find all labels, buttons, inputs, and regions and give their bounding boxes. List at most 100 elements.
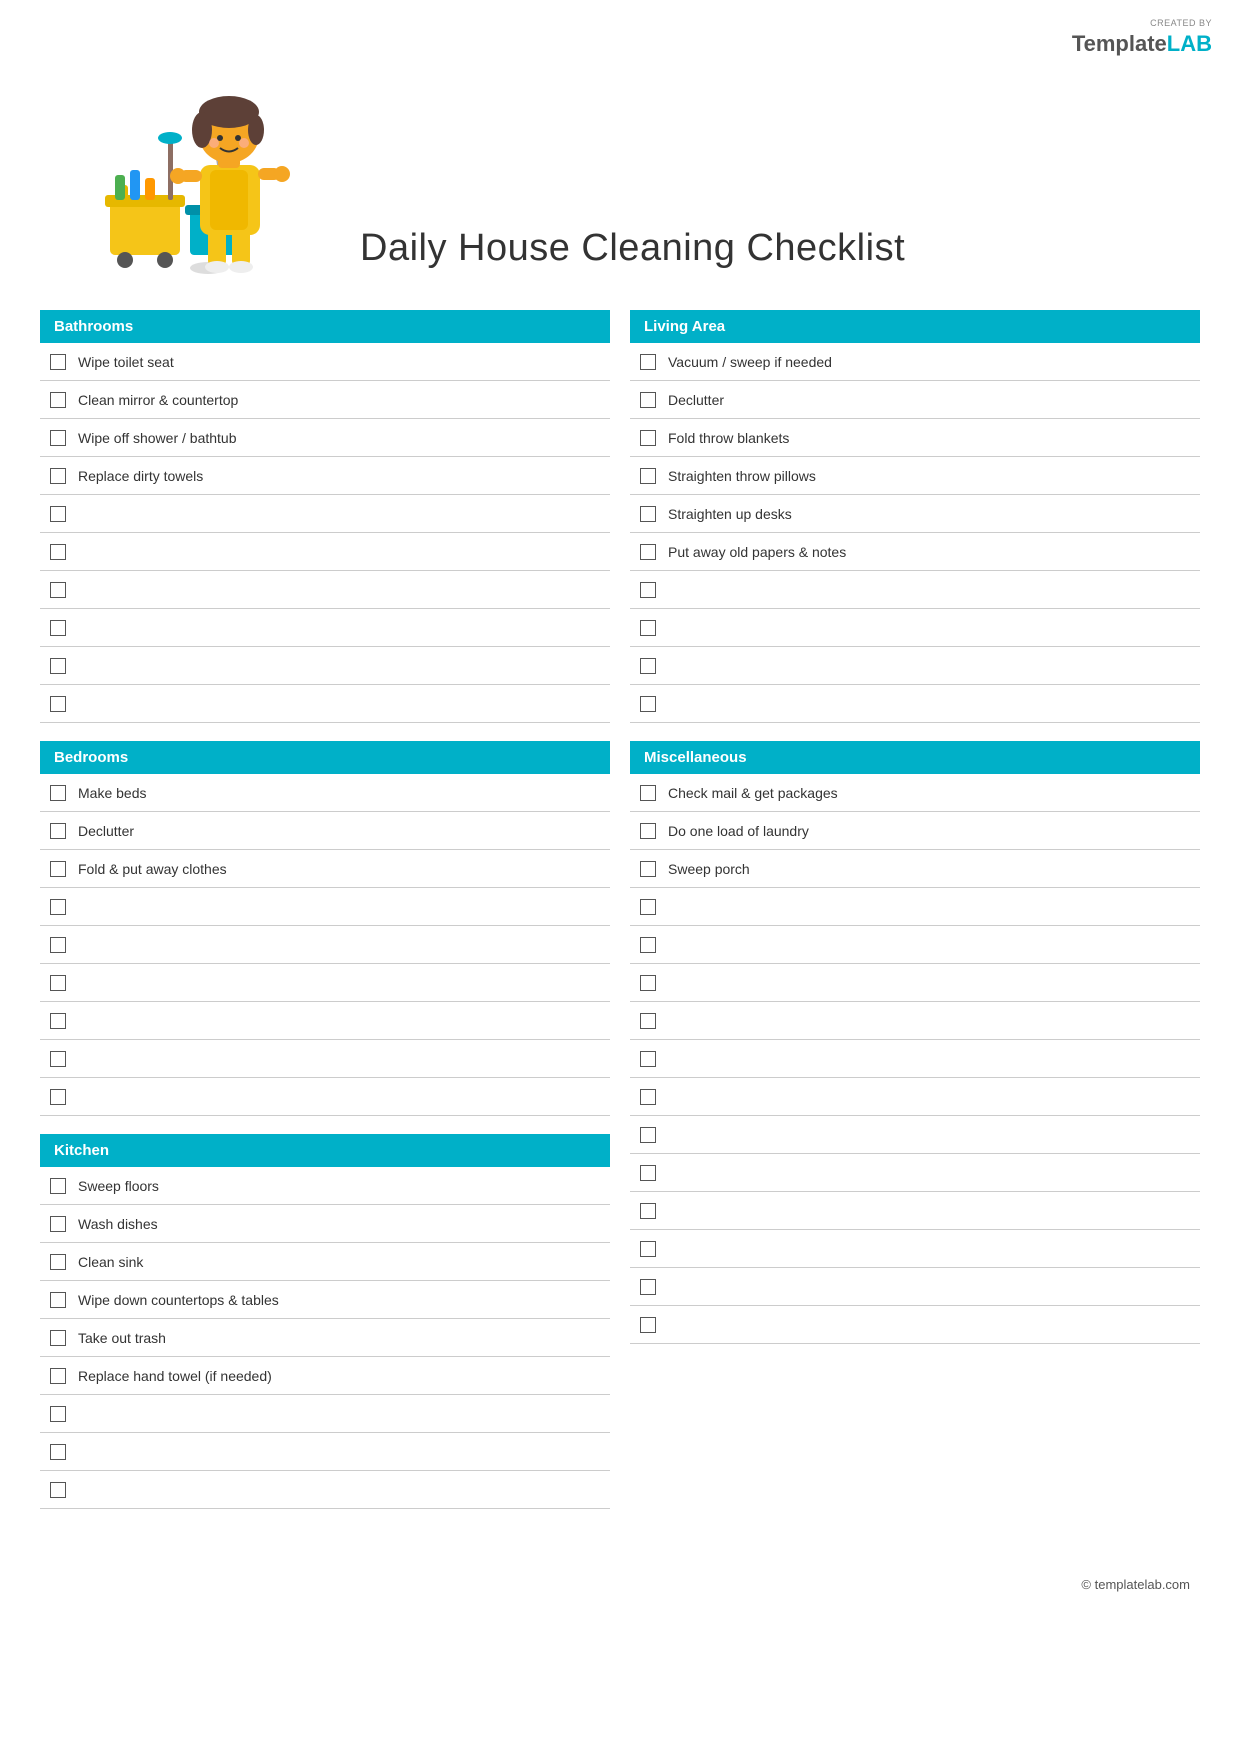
checkbox[interactable] — [640, 392, 656, 408]
checklist-item — [40, 1395, 610, 1433]
checkbox[interactable] — [50, 823, 66, 839]
checklist-item — [40, 533, 610, 571]
checklist-item — [630, 571, 1200, 609]
checklist-item — [40, 964, 610, 1002]
checkbox[interactable] — [640, 430, 656, 446]
item-label: Straighten up desks — [668, 506, 792, 522]
checklist-item: Vacuum / sweep if needed — [630, 343, 1200, 381]
section-header-bedrooms: Bedrooms — [40, 741, 610, 774]
checklist-item: Replace hand towel (if needed) — [40, 1357, 610, 1395]
checkbox[interactable] — [640, 975, 656, 991]
checkbox[interactable] — [640, 823, 656, 839]
checkbox[interactable] — [50, 899, 66, 915]
checkbox[interactable] — [640, 1089, 656, 1105]
checkbox[interactable] — [50, 937, 66, 953]
checklist-item: Declutter — [40, 812, 610, 850]
checkbox[interactable] — [50, 1178, 66, 1194]
item-label: Fold & put away clothes — [78, 861, 227, 877]
checkbox[interactable] — [50, 468, 66, 484]
checklist-item — [40, 1433, 610, 1471]
checkbox[interactable] — [50, 1330, 66, 1346]
section-header-living-area: Living Area — [630, 310, 1200, 343]
checklist-item — [630, 926, 1200, 964]
checklist-item — [630, 647, 1200, 685]
checkbox[interactable] — [640, 1279, 656, 1295]
checkbox[interactable] — [50, 620, 66, 636]
section-miscellaneous: MiscellaneousCheck mail & get packagesDo… — [630, 741, 1200, 1344]
checklist-item — [630, 1154, 1200, 1192]
checkbox[interactable] — [50, 861, 66, 877]
checkbox[interactable] — [50, 658, 66, 674]
checklist-item — [630, 888, 1200, 926]
section-bathrooms: BathroomsWipe toilet seatClean mirror & … — [40, 310, 610, 723]
checklist-item: Wipe off shower / bathtub — [40, 419, 610, 457]
checkbox[interactable] — [640, 861, 656, 877]
section-header-bathrooms: Bathrooms — [40, 310, 610, 343]
checklist-item — [40, 926, 610, 964]
checklist-item — [40, 495, 610, 533]
checkbox[interactable] — [50, 392, 66, 408]
section-kitchen: KitchenSweep floorsWash dishesClean sink… — [40, 1134, 610, 1509]
checkbox[interactable] — [640, 937, 656, 953]
checkbox[interactable] — [50, 785, 66, 801]
checklist-item: Make beds — [40, 774, 610, 812]
checkbox[interactable] — [50, 430, 66, 446]
checklist-item: Put away old papers & notes — [630, 533, 1200, 571]
checkbox[interactable] — [640, 468, 656, 484]
item-label: Sweep floors — [78, 1178, 159, 1194]
checkbox[interactable] — [640, 1165, 656, 1181]
checkbox[interactable] — [640, 1127, 656, 1143]
checkbox[interactable] — [640, 544, 656, 560]
checklist-item — [40, 685, 610, 723]
checkbox[interactable] — [640, 620, 656, 636]
checkbox[interactable] — [640, 1051, 656, 1067]
checkbox[interactable] — [50, 1013, 66, 1029]
checklist-item: Straighten throw pillows — [630, 457, 1200, 495]
checkbox[interactable] — [640, 696, 656, 712]
checkbox[interactable] — [640, 899, 656, 915]
checkbox[interactable] — [640, 354, 656, 370]
checklist-item: Check mail & get packages — [630, 774, 1200, 812]
item-label: Vacuum / sweep if needed — [668, 354, 832, 370]
checklist-item: Straighten up desks — [630, 495, 1200, 533]
item-label: Declutter — [78, 823, 134, 839]
checkbox[interactable] — [50, 1254, 66, 1270]
item-label: Put away old papers & notes — [668, 544, 846, 560]
checkbox[interactable] — [640, 785, 656, 801]
checklist-item — [630, 1116, 1200, 1154]
title-area: Daily House Cleaning Checklist — [320, 227, 1180, 290]
checkbox[interactable] — [640, 506, 656, 522]
checkbox[interactable] — [640, 658, 656, 674]
checkbox[interactable] — [640, 1241, 656, 1257]
checkbox[interactable] — [640, 1203, 656, 1219]
checkbox[interactable] — [50, 1444, 66, 1460]
checkbox[interactable] — [50, 1089, 66, 1105]
section-header-miscellaneous: Miscellaneous — [630, 741, 1200, 774]
checklist-item — [40, 647, 610, 685]
item-label: Clean mirror & countertop — [78, 392, 238, 408]
checkbox[interactable] — [50, 582, 66, 598]
checkbox[interactable] — [50, 354, 66, 370]
illustration — [60, 30, 320, 290]
checkbox[interactable] — [640, 582, 656, 598]
checkbox[interactable] — [50, 1216, 66, 1232]
item-label: Wipe off shower / bathtub — [78, 430, 237, 446]
checklist-item: Take out trash — [40, 1319, 610, 1357]
checkbox[interactable] — [50, 975, 66, 991]
checkbox[interactable] — [50, 506, 66, 522]
checkbox[interactable] — [50, 1368, 66, 1384]
checkbox[interactable] — [50, 1292, 66, 1308]
checkbox[interactable] — [50, 1051, 66, 1067]
checkbox[interactable] — [50, 544, 66, 560]
item-label: Wash dishes — [78, 1216, 158, 1232]
checklist-item: Declutter — [630, 381, 1200, 419]
checkbox[interactable] — [50, 696, 66, 712]
checkbox[interactable] — [50, 1482, 66, 1498]
checkbox[interactable] — [640, 1013, 656, 1029]
checkbox[interactable] — [50, 1406, 66, 1422]
checkbox[interactable] — [640, 1317, 656, 1333]
section-header-kitchen: Kitchen — [40, 1134, 610, 1167]
content-area: BathroomsWipe toilet seatClean mirror & … — [0, 310, 1240, 1567]
item-label: Make beds — [78, 785, 146, 801]
item-label: Replace dirty towels — [78, 468, 203, 484]
